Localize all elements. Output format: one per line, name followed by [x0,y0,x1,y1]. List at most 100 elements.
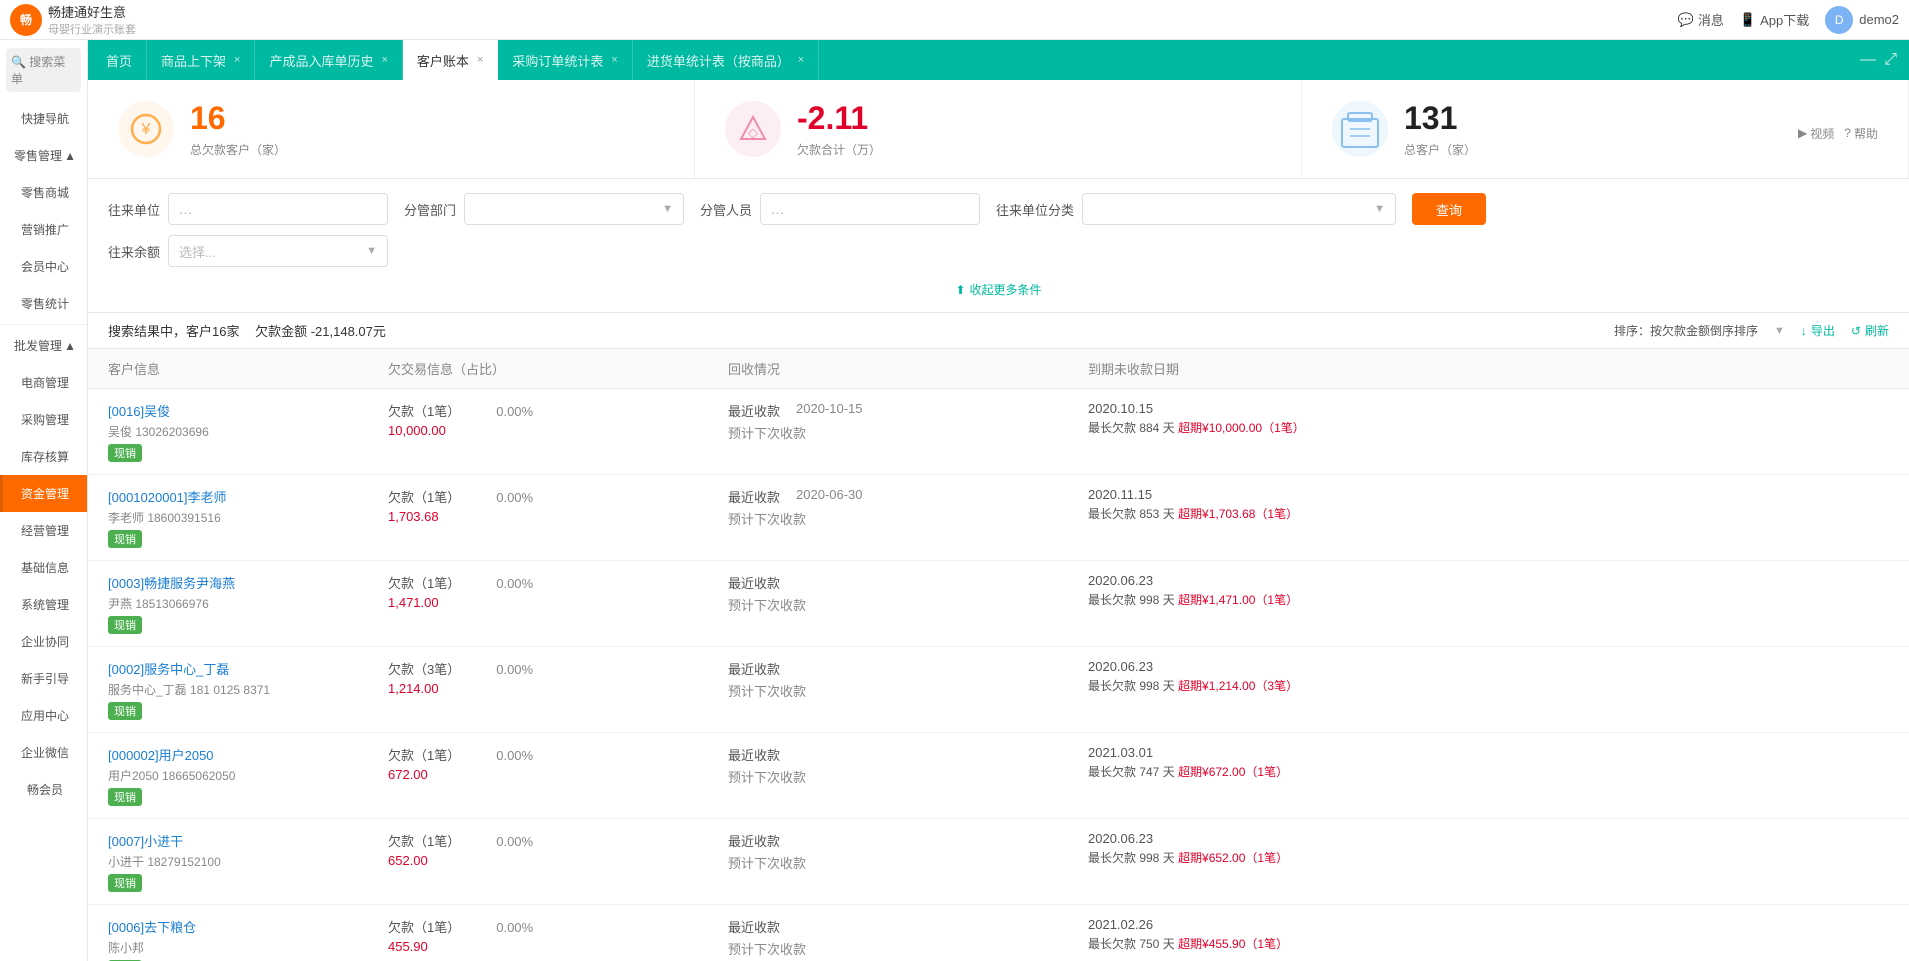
recovery-recent-2: 最近收款 [728,573,1088,592]
tab-expand-btn[interactable]: ⤢ [1884,51,1897,69]
customer-name-6[interactable]: [0006]去下粮仓 [108,917,388,936]
brand-logo: 畅 [10,4,42,36]
sidebar-item-finance[interactable]: 资金管理 [0,475,87,512]
sidebar-search-btn[interactable]: 🔍 搜索菜单 [6,48,81,92]
tab-customer-account[interactable]: 客户账本 × [403,40,498,80]
overdue-link-2[interactable]: 超期¥1,471.00（1笔） [1178,593,1298,607]
debt-amount-0[interactable]: 10,000.00 [388,423,460,438]
message-btn[interactable]: 💬 消息 [1678,10,1724,29]
filter-balance-select[interactable]: 选择... ▼ [168,235,388,267]
debt-amount-3[interactable]: 1,214.00 [388,681,460,696]
sidebar-item-base-info[interactable]: 基础信息 [0,549,87,586]
filter-dept-select[interactable]: ▼ [464,193,684,225]
recovery-cell-1: 最近收款 2020-06-30 预计下次收款 [728,487,1088,548]
recovery-recent-4: 最近收款 [728,745,1088,764]
debt-cell-3: 欠款（3笔） 1,214.00 0.00% [388,659,728,720]
customer-cell-4: [000002]用户2050 用户2050 18665062050 现销 [108,745,388,806]
overdue-link-1[interactable]: 超期¥1,703.68（1笔） [1178,507,1298,521]
sidebar-item-purchase[interactable]: 采购管理 [0,401,87,438]
recovery-recent-5: 最近收款 [728,831,1088,850]
filter-unit-input[interactable]: ... [168,193,388,225]
app-download-btn[interactable]: 📱 App下载 [1740,10,1809,29]
debt-amount-1[interactable]: 1,703.68 [388,509,460,524]
debt-percent-3: 0.00% [496,662,533,677]
customer-name-3[interactable]: [0002]服务中心_丁磊 [108,659,388,678]
overdue-link-0[interactable]: 超期¥10,000.00（1笔） [1178,421,1305,435]
debt-amount-4[interactable]: 672.00 [388,767,460,782]
debt-info-1: 欠款（1笔） 1,703.68 [388,487,460,524]
sidebar-item-retail-store[interactable]: 零售商城 [0,174,87,211]
refresh-button[interactable]: ↺ 刷新 [1851,322,1889,339]
col-header-recovery: 回收情况 [728,359,1088,378]
debt-percent-5: 0.00% [496,834,533,849]
customer-contact-6: 陈小邦 [108,939,388,956]
filter-balance: 往来余额 选择... ▼ [108,235,388,267]
sidebar-item-marketing[interactable]: 营销推广 [0,211,87,248]
tab-customer-account-close[interactable]: × [477,54,483,66]
help-btn[interactable]: ? 帮助 [1844,125,1878,142]
customer-name-0[interactable]: [0016]吴俊 [108,401,388,420]
user-menu[interactable]: D demo2 [1825,6,1899,34]
sidebar-item-retail-mgmt[interactable]: 零售管理▲ [0,137,87,174]
debt-label-6: 欠款（1笔） [388,917,460,936]
tab-product-listing-close[interactable]: × [234,54,240,66]
tab-product-listing[interactable]: 商品上下架 × [147,40,255,80]
svg-text:◇: ◇ [748,125,758,140]
tab-production-history-label: 产成品入库单历史 [269,51,373,70]
overdue-link-6[interactable]: 超期¥455.90（1笔） [1178,937,1288,951]
tab-purchase-stats-product-close[interactable]: × [798,54,804,66]
due-date-1: 2020.11.15 [1088,487,1889,502]
video-help-btn[interactable]: ▶ 视频 [1798,125,1834,142]
avatar: D [1825,6,1853,34]
debt-amount-2[interactable]: 1,471.00 [388,595,460,610]
customer-name-1[interactable]: [0001020001]李老师 [108,487,388,506]
tab-production-history[interactable]: 产成品入库单历史 × [255,40,402,80]
overdue-link-4[interactable]: 超期¥672.00（1笔） [1178,765,1288,779]
recovery-recent-1: 最近收款 2020-06-30 [728,487,1088,506]
sidebar-item-quick-nav[interactable]: 快捷导航 [0,100,87,137]
debt-info-0: 欠款（1笔） 10,000.00 [388,401,460,438]
sidebar-item-inventory[interactable]: 库存核算 [0,438,87,475]
tab-minimize-btn[interactable]: — [1860,51,1876,69]
sidebar-item-system[interactable]: 系统管理 [0,586,87,623]
sidebar-item-app-center[interactable]: 应用中心 [0,697,87,734]
customer-cell-0: [0016]吴俊 吴俊 13026203696 现销 [108,401,388,462]
recovery-next-0: 预计下次收款 [728,423,1088,442]
debt-cell-2: 欠款（1笔） 1,471.00 0.00% [388,573,728,634]
sidebar-item-member-plus[interactable]: 畅会员 [0,771,87,808]
overdue-link-3[interactable]: 超期¥1,214.00（3笔） [1178,679,1298,693]
sidebar-item-members[interactable]: 会员中心 [0,248,87,285]
customer-name-2[interactable]: [0003]畅捷服务尹海燕 [108,573,388,592]
debt-amount-6[interactable]: 455.90 [388,939,460,954]
sidebar-item-corp-wechat[interactable]: 企业微信 [0,734,87,771]
debt-percent-4: 0.00% [496,748,533,763]
customer-cell-6: [0006]去下粮仓 陈小邦 现销 [108,917,388,961]
sidebar-item-beginner[interactable]: 新手引导 [0,660,87,697]
query-button[interactable]: 查询 [1412,193,1486,225]
overdue-link-5[interactable]: 超期¥652.00（1笔） [1178,851,1288,865]
tab-production-history-close[interactable]: × [381,54,387,66]
sidebar-item-wholesale-mgmt[interactable]: 批发管理▲ [0,327,87,364]
customer-name-4[interactable]: [000002]用户2050 [108,745,388,764]
sidebar-item-corp-collab[interactable]: 企业协同 [0,623,87,660]
tab-home[interactable]: 首页 [92,40,147,80]
sidebar-item-retail-stats[interactable]: 零售统计 [0,285,87,322]
table-row: [0006]去下粮仓 陈小邦 现销 欠款（1笔） 455.90 0.00% 最近… [88,905,1909,961]
tab-purchase-stats[interactable]: 采购订单统计表 × [498,40,632,80]
brand-name: 畅捷通好生意 [48,2,136,21]
due-date-4: 2021.03.01 [1088,745,1889,760]
customer-name-5[interactable]: [0007]小进干 [108,831,388,850]
export-button[interactable]: ↓ 导出 [1801,322,1835,339]
collapse-button[interactable]: ⬆ 收起更多条件 [955,281,1041,298]
svg-text:¥: ¥ [141,121,151,138]
sidebar-item-operations[interactable]: 经营管理 [0,512,87,549]
debt-amount-5[interactable]: 652.00 [388,853,460,868]
sidebar-item-ecommerce[interactable]: 电商管理 [0,364,87,401]
tab-purchase-stats-product[interactable]: 进货单统计表（按商品） × [633,40,819,80]
filter-category-select[interactable]: ▼ [1082,193,1396,225]
recovery-cell-5: 最近收款 预计下次收款 [728,831,1088,892]
recovery-next-3: 预计下次收款 [728,681,1088,700]
stat-icon-customers: ¥ [118,101,174,157]
filter-person-input[interactable]: ... [760,193,980,225]
tab-purchase-stats-close[interactable]: × [611,54,617,66]
